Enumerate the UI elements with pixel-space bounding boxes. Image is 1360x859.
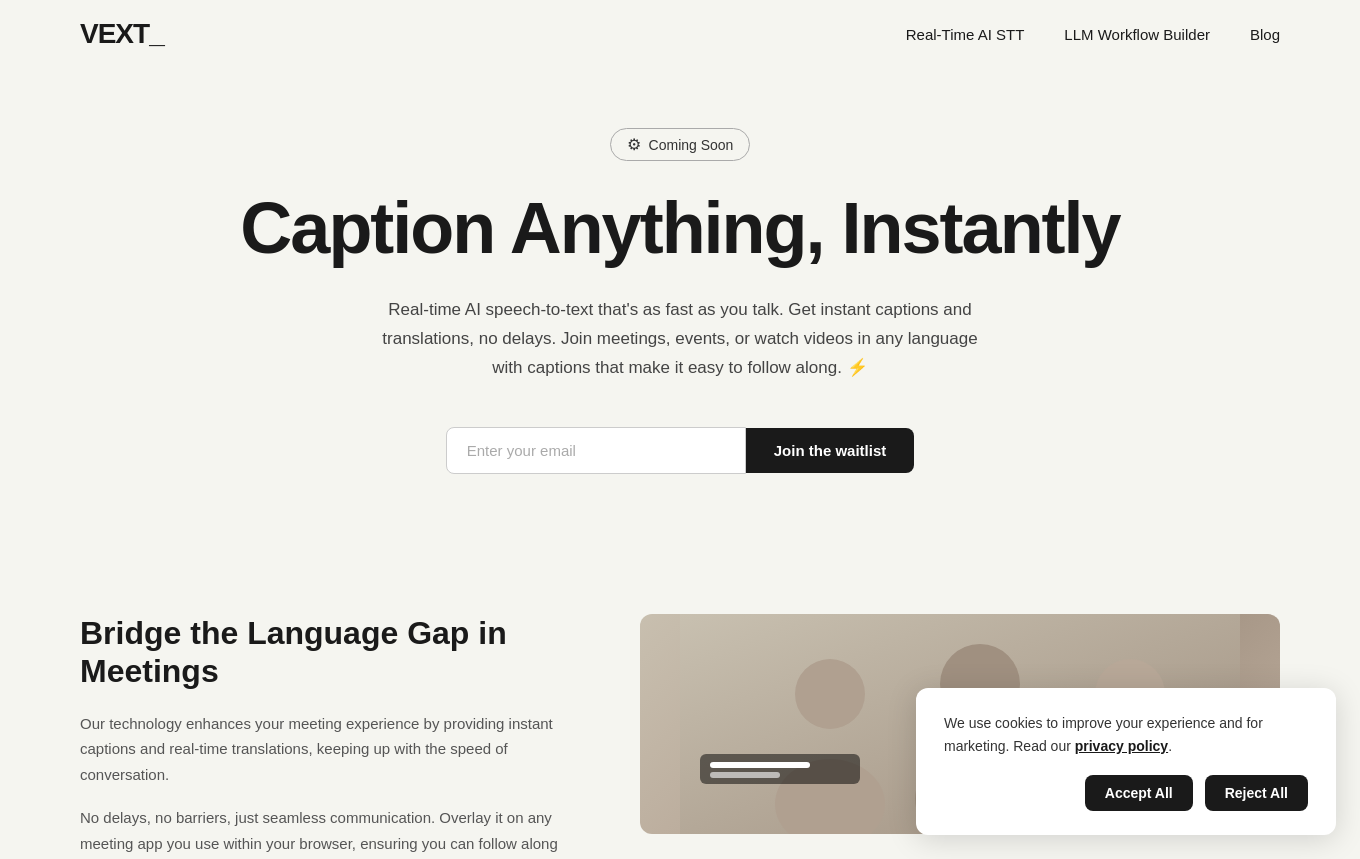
- cookie-banner: We use cookies to improve your experienc…: [916, 688, 1336, 835]
- hero-section: ⚙ Coming Soon Caption Anything, Instantl…: [0, 68, 1360, 554]
- lower-text: Bridge the Language Gap in Meetings Our …: [80, 614, 580, 859]
- nav-item-stt[interactable]: Real-Time AI STT: [906, 26, 1025, 43]
- nav-item-llm[interactable]: LLM Workflow Builder: [1064, 26, 1210, 43]
- badge-text: Coming Soon: [649, 137, 734, 153]
- svg-rect-7: [700, 754, 860, 784]
- svg-rect-9: [710, 772, 780, 778]
- waitlist-form: Join the waitlist: [446, 427, 915, 474]
- lower-para1: Our technology enhances your meeting exp…: [80, 711, 580, 788]
- cookie-buttons: Accept All Reject All: [944, 775, 1308, 811]
- cookie-text: We use cookies to improve your experienc…: [944, 712, 1308, 757]
- nav-item-blog[interactable]: Blog: [1250, 26, 1280, 43]
- email-input[interactable]: [446, 427, 746, 474]
- badge-icon: ⚙: [627, 135, 641, 154]
- svg-point-1: [795, 659, 865, 729]
- accept-all-button[interactable]: Accept All: [1085, 775, 1193, 811]
- lower-para2: No delays, no barriers, just seamless co…: [80, 805, 580, 856]
- lower-heading: Bridge the Language Gap in Meetings: [80, 614, 580, 691]
- join-waitlist-button[interactable]: Join the waitlist: [746, 428, 915, 473]
- logo[interactable]: VEXT_: [80, 18, 164, 50]
- reject-all-button[interactable]: Reject All: [1205, 775, 1308, 811]
- svg-rect-8: [710, 762, 810, 768]
- hero-subtitle: Real-time AI speech-to-text that's as fa…: [370, 296, 990, 383]
- hero-title: Caption Anything, Instantly: [240, 189, 1119, 268]
- nav: Real-Time AI STT LLM Workflow Builder Bl…: [906, 26, 1280, 43]
- header: VEXT_ Real-Time AI STT LLM Workflow Buil…: [0, 0, 1360, 68]
- coming-soon-badge: ⚙ Coming Soon: [610, 128, 751, 161]
- privacy-policy-link[interactable]: privacy policy: [1075, 738, 1168, 754]
